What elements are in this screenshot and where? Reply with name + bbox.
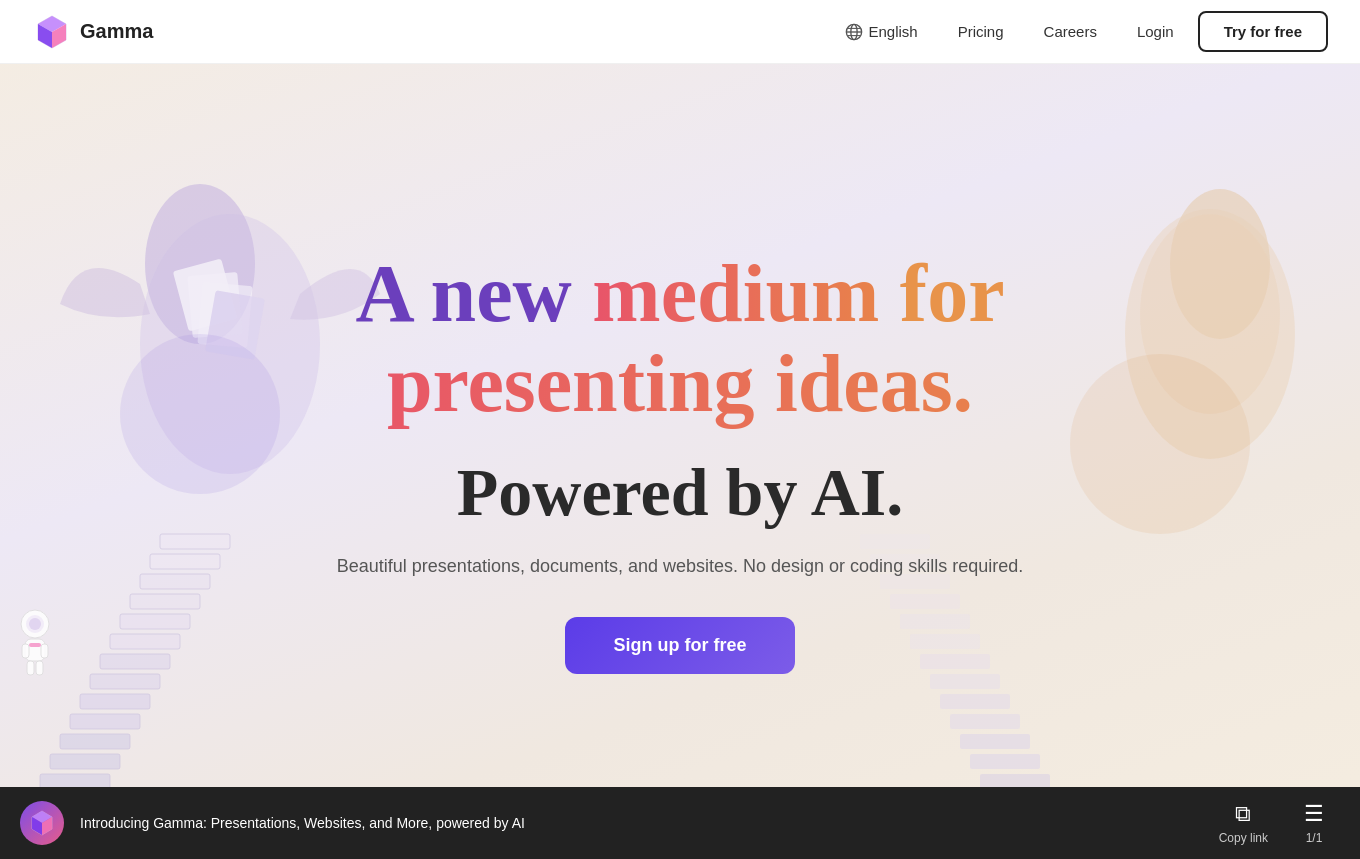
svg-rect-33 (36, 661, 43, 675)
pricing-label: Pricing (958, 23, 1004, 40)
svg-rect-42 (970, 754, 1040, 769)
menu-icon: ☰ (1304, 801, 1324, 827)
svg-rect-23 (130, 594, 200, 609)
logo-text: Gamma (80, 20, 153, 43)
svg-rect-17 (70, 714, 140, 729)
svg-rect-31 (41, 644, 48, 658)
svg-rect-25 (150, 554, 220, 569)
hero-subtitle: Powered by AI. (337, 453, 1023, 532)
svg-rect-46 (930, 674, 1000, 689)
careers-label: Careers (1044, 23, 1097, 40)
bottom-bar-logo-icon (28, 809, 56, 837)
svg-rect-21 (110, 634, 180, 649)
hero-title-line1: A new medium for (337, 249, 1023, 339)
hero-title-line2: presenting ideas. (337, 339, 1023, 429)
nav-links: English Pricing Careers Login Try for fr… (829, 11, 1329, 52)
svg-rect-16 (60, 734, 130, 749)
signup-button[interactable]: Sign up for free (565, 617, 794, 674)
nav-pricing[interactable]: Pricing (942, 15, 1020, 48)
nav-login[interactable]: Login (1121, 15, 1190, 48)
svg-point-37 (1170, 189, 1270, 339)
globe-icon (845, 23, 863, 41)
svg-point-28 (26, 615, 44, 633)
svg-point-36 (1125, 209, 1295, 459)
svg-rect-22 (120, 614, 190, 629)
bottom-bar: Introducing Gamma: Presentations, Websit… (0, 787, 1360, 859)
svg-point-27 (21, 610, 49, 638)
svg-rect-29 (25, 639, 45, 661)
pagination-action[interactable]: ☰ 1/1 (1288, 793, 1340, 853)
pagination-label: 1/1 (1306, 831, 1323, 845)
svg-rect-43 (960, 734, 1030, 749)
language-label: English (869, 23, 918, 40)
hero-title-medium: medium (592, 248, 879, 339)
copy-icon: ⧉ (1235, 801, 1251, 827)
svg-point-58 (120, 334, 280, 494)
hero-description: Beautiful presentations, documents, and … (337, 556, 1023, 577)
svg-rect-45 (940, 694, 1010, 709)
try-free-button[interactable]: Try for free (1198, 11, 1328, 52)
hero-content: A new medium for presenting ideas. Power… (337, 249, 1023, 674)
svg-rect-54 (173, 259, 237, 332)
bottom-bar-actions: ⧉ Copy link ☰ 1/1 (1203, 793, 1340, 853)
svg-point-59 (1070, 354, 1250, 534)
nav-language[interactable]: English (829, 15, 934, 49)
navbar: Gamma English Pricing Careers Login Try … (0, 0, 1360, 64)
svg-rect-56 (197, 282, 252, 348)
svg-rect-15 (50, 754, 120, 769)
svg-rect-18 (80, 694, 150, 709)
hero-title: A new medium for presenting ideas. (337, 249, 1023, 429)
hero-section: A new medium for presenting ideas. Power… (0, 0, 1360, 859)
svg-rect-30 (22, 644, 29, 658)
svg-point-38 (1140, 214, 1280, 414)
svg-rect-24 (140, 574, 210, 589)
gamma-logo-icon (32, 12, 72, 52)
svg-point-11 (145, 184, 255, 344)
bottom-bar-logo (20, 801, 64, 845)
svg-rect-57 (205, 290, 265, 360)
nav-careers[interactable]: Careers (1028, 15, 1113, 48)
svg-point-35 (29, 618, 41, 630)
svg-rect-20 (100, 654, 170, 669)
svg-rect-55 (187, 272, 242, 338)
svg-rect-32 (27, 661, 34, 675)
svg-rect-26 (160, 534, 230, 549)
svg-point-10 (140, 214, 320, 474)
login-label: Login (1137, 23, 1174, 40)
hero-title-a-new: A new (355, 248, 592, 339)
svg-rect-44 (950, 714, 1020, 729)
bottom-bar-intro-text: Introducing Gamma: Presentations, Websit… (80, 815, 1187, 831)
svg-rect-19 (90, 674, 160, 689)
copy-link-label: Copy link (1219, 831, 1268, 845)
svg-rect-34 (29, 643, 41, 647)
copy-link-action[interactable]: ⧉ Copy link (1203, 793, 1284, 853)
logo[interactable]: Gamma (32, 12, 153, 52)
hero-title-for: for (879, 248, 1004, 339)
